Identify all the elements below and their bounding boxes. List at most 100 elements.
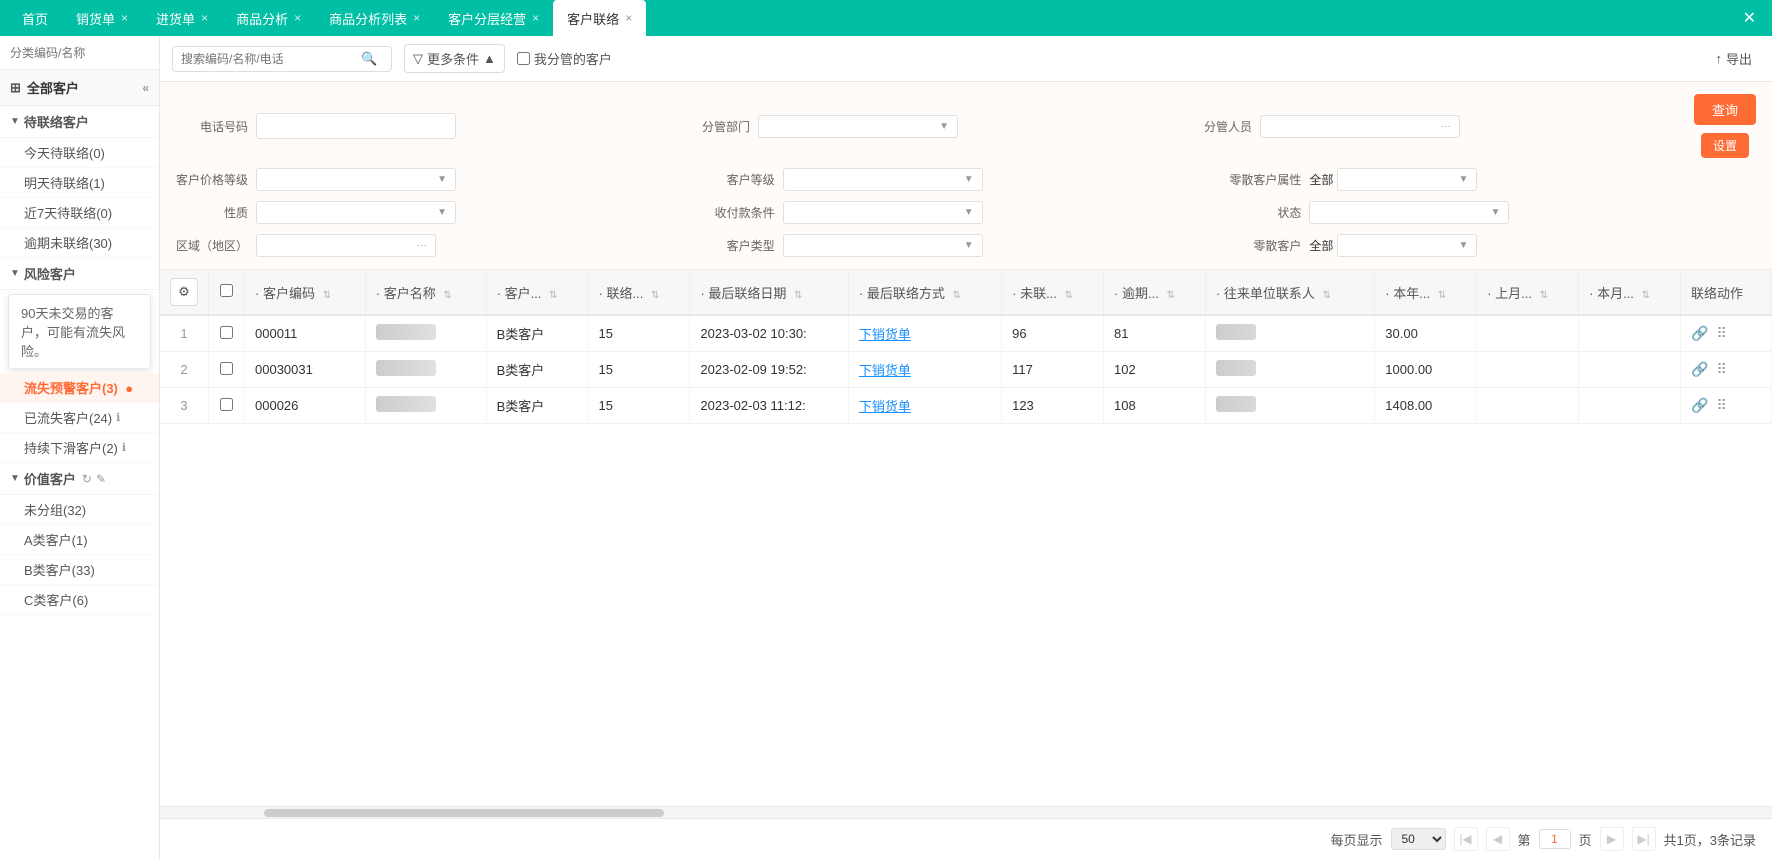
select-dept[interactable]: ▼ (758, 115, 958, 138)
export-button[interactable]: ↑ 导出 (1707, 45, 1760, 72)
settings-button[interactable]: 设置 (1701, 133, 1749, 158)
select-retail-attr[interactable]: ▼ (1337, 168, 1477, 191)
th-type: · 客户... ⇅ (486, 270, 588, 315)
td-contact-person (1205, 315, 1374, 352)
sidebar-item-churned[interactable]: 已流失客户(24) ℹ (0, 403, 159, 433)
table-row: 1 000011 B类客户 15 2023-03-02 10:30: 下销货单 … (160, 315, 1772, 352)
td-code: 000011 (245, 315, 366, 352)
td-num: 3 (160, 388, 209, 424)
sidebar-item-a-class[interactable]: A类客户(1) (0, 525, 159, 555)
page-size-select[interactable]: 50 100 200 (1391, 828, 1446, 850)
sidebar-item-7days[interactable]: 近7天待联络(0) (0, 198, 159, 228)
more-conditions-button[interactable]: ▽ 更多条件 ▲ (404, 44, 505, 73)
input-phone[interactable] (256, 113, 456, 139)
td-this-month (1579, 388, 1681, 424)
sidebar-item-c-class[interactable]: C类客户(6) (0, 585, 159, 615)
td-customer-type: B类客户 (486, 388, 588, 424)
query-button[interactable]: 查询 (1694, 94, 1756, 125)
th-this-year: · 本年... ⇅ (1375, 270, 1477, 315)
td-contact: 15 (588, 352, 690, 388)
sidebar-item-churn-warning[interactable]: 流失预警客户(3) ● (0, 373, 159, 403)
sort-uncontacted-icon: ⇅ (1065, 290, 1073, 301)
select-all-checkbox[interactable] (220, 284, 233, 297)
contact-method-link-1[interactable]: 下销货单 (859, 363, 911, 378)
close-product-analysis-icon[interactable]: × (294, 11, 301, 25)
td-overdue: 102 (1104, 352, 1206, 388)
select-price-grade[interactable]: ▼ (256, 168, 456, 191)
sidebar-item-overdue[interactable]: 逾期未联络(30) (0, 228, 159, 258)
next-page-button[interactable]: ▶ (1600, 827, 1624, 851)
sidebar-item-declining[interactable]: 持续下滑客户(2) ℹ (0, 433, 159, 463)
arrow-down-icon: ▼ (10, 116, 20, 127)
action-more-icon-0[interactable]: ⠿ (1716, 325, 1726, 342)
td-actions: 🔗 ⠿ (1681, 388, 1772, 424)
scrollbar-thumb[interactable] (264, 809, 664, 817)
select-nature[interactable]: ▼ (256, 201, 456, 224)
select-customer-grade[interactable]: ▼ (783, 168, 983, 191)
prev-page-button[interactable]: ◀ (1486, 827, 1510, 851)
td-actions: 🔗 ⠿ (1681, 352, 1772, 388)
nav-item-sales[interactable]: 销货单 × (62, 0, 142, 36)
sidebar-item-b-class[interactable]: B类客户(33) (0, 555, 159, 585)
td-last-method: 下销货单 (848, 352, 1001, 388)
search-input[interactable] (181, 52, 361, 66)
sidebar-group-pending[interactable]: ▼ 待联络客户 (0, 106, 159, 138)
retail-attr-value: 全部 (1309, 171, 1333, 188)
action-link-icon-1[interactable]: 🔗 (1691, 361, 1708, 378)
nav-item-customer-contact[interactable]: 客户联络 × (553, 0, 646, 36)
sidebar-item-today[interactable]: 今天待联络(0) (0, 138, 159, 168)
gear-button[interactable]: ⚙ (170, 278, 198, 306)
risk-tooltip: 90天未交易的客户，可能有流失风险。 (8, 294, 151, 369)
sidebar-item-ungrouped[interactable]: 未分组(32) (0, 495, 159, 525)
edit-value-icon[interactable]: ✎ (96, 472, 106, 486)
sidebar-all-customers[interactable]: ⊞ 全部客户 « (0, 70, 159, 106)
row-checkbox-2[interactable] (220, 398, 233, 411)
td-this-year: 1000.00 (1375, 352, 1477, 388)
sidebar-collapse-icon[interactable]: « (142, 81, 149, 95)
select-person[interactable]: ··· (1260, 115, 1460, 138)
contact-method-link-0[interactable]: 下销货单 (859, 327, 911, 342)
sidebar-item-tomorrow[interactable]: 明天待联络(1) (0, 168, 159, 198)
close-sales-icon[interactable]: × (121, 11, 128, 25)
row-checkbox-1[interactable] (220, 362, 233, 375)
th-last-contact-date: · 最后联络日期 ⇅ (690, 270, 849, 315)
arrow-down-value-icon: ▼ (10, 473, 20, 484)
sidebar-group-risk[interactable]: ▼ 风险客户 (0, 258, 159, 290)
action-more-icon-2[interactable]: ⠿ (1716, 397, 1726, 414)
nav-item-customer-layer[interactable]: 客户分层经营 × (434, 0, 553, 36)
select-region[interactable]: ··· (256, 234, 436, 257)
row-checkbox-0[interactable] (220, 326, 233, 339)
close-customer-layer-icon[interactable]: × (532, 11, 539, 25)
nav-item-purchase[interactable]: 进货单 × (142, 0, 222, 36)
select-payment[interactable]: ▼ (783, 201, 983, 224)
sidebar-group-value[interactable]: ▼ 价值客户 ↻ ✎ (0, 463, 159, 495)
my-customers-check[interactable] (517, 52, 530, 65)
window-close-button[interactable]: ✕ (1735, 8, 1764, 28)
search-button[interactable]: 🔍 (361, 51, 377, 67)
td-customer-type: B类客户 (486, 352, 588, 388)
page-number-input[interactable] (1539, 829, 1571, 849)
close-customer-contact-icon[interactable]: × (625, 11, 632, 25)
sidebar-search-input[interactable] (10, 46, 160, 60)
close-purchase-icon[interactable]: × (201, 11, 208, 25)
last-page-button[interactable]: ▶| (1632, 827, 1656, 851)
th-last-contact-method: · 最后联络方式 ⇅ (848, 270, 1001, 315)
select-retail[interactable]: ▼ (1337, 234, 1477, 257)
select-customer-type[interactable]: ▼ (783, 234, 983, 257)
td-last-date: 2023-02-03 11:12: (690, 388, 849, 424)
contact-method-link-2[interactable]: 下销货单 (859, 399, 911, 414)
action-more-icon-1[interactable]: ⠿ (1716, 361, 1726, 378)
close-product-list-icon[interactable]: × (413, 11, 420, 25)
my-customers-checkbox[interactable]: 我分管的客户 (517, 49, 612, 68)
nav-item-product-analysis[interactable]: 商品分析 × (222, 0, 315, 36)
nav-item-product-list[interactable]: 商品分析列表 × (315, 0, 434, 36)
chevron-down-retail-icon: ▼ (1458, 174, 1468, 185)
horizontal-scrollbar[interactable] (160, 806, 1772, 818)
action-link-icon-2[interactable]: 🔗 (1691, 397, 1708, 414)
refresh-value-icon[interactable]: ↻ (82, 472, 92, 486)
label-person: 分管人员 (1180, 118, 1260, 135)
action-link-icon-0[interactable]: 🔗 (1691, 325, 1708, 342)
nav-item-home[interactable]: 首页 (8, 0, 62, 36)
first-page-button[interactable]: |◀ (1454, 827, 1478, 851)
select-status[interactable]: ▼ (1309, 201, 1509, 224)
